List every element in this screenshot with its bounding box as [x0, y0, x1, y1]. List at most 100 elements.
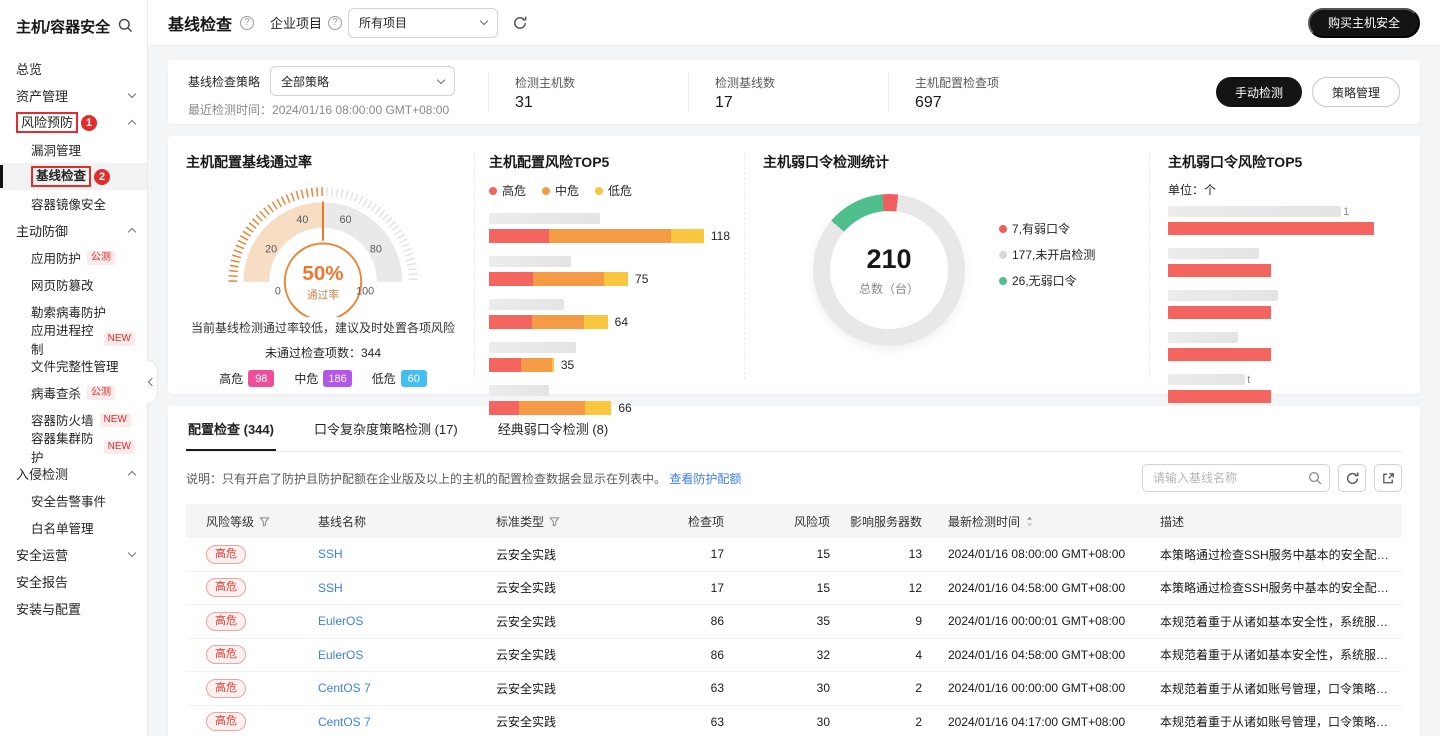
buy-host-security-button[interactable]: 购买主机安全: [1307, 7, 1420, 38]
baseline-description: 本策略通过检查SSH服务中基本的安全配置项，提升SSH服务的安全性。: [1160, 547, 1402, 562]
table-row[interactable]: 高危 EulerOS 云安全实践 86 32 4 2024/01/16 04:5…: [186, 638, 1402, 672]
standard-type: 云安全实践: [496, 614, 557, 629]
sidebar-item-security-report[interactable]: 安全报告: [0, 568, 147, 595]
search-input[interactable]: [1142, 464, 1330, 492]
table-export-button[interactable]: [1374, 464, 1402, 492]
filter-icon[interactable]: [549, 516, 560, 527]
baseline-name-link[interactable]: CentOS 7: [318, 681, 371, 695]
tab-password-complexity[interactable]: 口令复杂度策略检测 (17): [312, 406, 460, 451]
standard-type: 云安全实践: [496, 581, 557, 596]
table-row[interactable]: 高危 SSH 云安全实践 17 15 13 2024/01/16 08:00:0…: [186, 538, 1402, 572]
baseline-name-link[interactable]: EulerOS: [318, 614, 363, 628]
sidebar-item-virus-scan[interactable]: 病毒查杀 公测: [0, 379, 147, 406]
refresh-icon[interactable]: [512, 15, 528, 31]
new-tag: NEW: [99, 412, 131, 427]
baseline-description: 本策略通过检查SSH服务中基本的安全配置项，提升SSH服务的安全性。: [1160, 581, 1402, 596]
policy-select-value: 全部策略: [281, 74, 330, 89]
table-header-row: 风险等级 基线名称 标准类型 检查项 风险项 影响服务器数 最新检测时间 描述: [186, 504, 1402, 538]
blurred-host-label: [1168, 332, 1239, 344]
annotation-box: 基线检查: [31, 166, 92, 187]
affected-servers-count: 12: [908, 580, 922, 595]
beta-tag: 公测: [87, 250, 116, 265]
sidebar-item-container-image-security[interactable]: 容器镜像安全: [0, 190, 147, 217]
sidebar-item-vulnerability-management[interactable]: 漏洞管理: [0, 136, 147, 163]
baseline-table: 风险等级 基线名称 标准类型 检查项 风险项 影响服务器数 最新检测时间 描述 …: [186, 504, 1402, 736]
baseline-name-link[interactable]: SSH: [318, 547, 343, 561]
baseline-description: 本规范着重于从诸如基本安全性，系统服务安全性，文件和目录安全性...: [1160, 614, 1402, 629]
table-row[interactable]: 高危 EulerOS 云安全实践 86 35 9 2024/01/16 00:0…: [186, 605, 1402, 639]
selected-indicator: [0, 165, 3, 188]
sidebar-item-asset-management[interactable]: 资产管理: [0, 82, 147, 109]
sidebar-item-overview[interactable]: 总览: [0, 55, 147, 82]
chevron-down-icon: [127, 89, 137, 99]
sidebar-collapse-handle[interactable]: [147, 360, 158, 404]
sidebar-item-security-operations[interactable]: 安全运营: [0, 541, 147, 568]
chevron-up-icon: [127, 119, 137, 129]
blurred-host-label: [1168, 290, 1278, 302]
svg-text:40: 40: [296, 214, 308, 226]
enterprise-project-label: 企业项目: [270, 16, 323, 31]
blurred-category-label: [489, 342, 576, 354]
policy-manage-button[interactable]: 策略管理: [1311, 77, 1400, 107]
chevron-up-icon: [127, 227, 137, 237]
sidebar-item-intrusion-detection[interactable]: 入侵检测: [0, 460, 147, 487]
metric-host-count: 检测主机数 31: [488, 72, 688, 112]
risk-items-count: 30: [816, 681, 830, 696]
sidebar-item-file-integrity-management[interactable]: 文件完整性管理: [0, 352, 147, 379]
donut-total-label: 总数（台）: [858, 281, 919, 296]
manual-check-button[interactable]: 手动检测: [1215, 77, 1302, 107]
affected-servers-count: 2: [915, 714, 922, 729]
svg-text:100: 100: [356, 285, 374, 297]
filter-icon[interactable]: [259, 516, 270, 527]
metric-baseline-count: 检测基线数 17: [688, 72, 888, 112]
sidebar-item-proactive-defense[interactable]: 主动防御: [0, 217, 147, 244]
baseline-name-link[interactable]: EulerOS: [318, 648, 363, 662]
check-items-count: 63: [710, 714, 724, 729]
baseline-table-card: 配置检查 (344) 口令复杂度策略检测 (17) 经典弱口令检测 (8) 说明…: [168, 406, 1420, 736]
blurred-category-label: [489, 299, 564, 311]
risk-items-count: 30: [816, 714, 830, 729]
pass-rate-panel: 主机配置基线通过率 50% 通过率 0 20 40 60 80 100 当前基线…: [186, 152, 474, 387]
sort-icon[interactable]: [1025, 515, 1034, 528]
sidebar-item-container-cluster-protection[interactable]: 容器集群防护 NEW: [0, 432, 147, 465]
export-icon: [1382, 472, 1394, 483]
view-protection-quota-link[interactable]: 查看防护配额: [669, 472, 741, 486]
config-risk-legend: 高危 中危 低危: [489, 182, 730, 199]
sidebar-item-risk-prevention[interactable]: 风险预防 1: [0, 109, 147, 136]
last-check-time: 2024/01/16 00:00:00 GMT+08:00: [948, 681, 1126, 696]
svg-text:60: 60: [340, 214, 352, 226]
table-row[interactable]: 高危 SSH 云安全实践 17 15 12 2024/01/16 04:58:0…: [186, 571, 1402, 605]
no-weak-password-dot: [999, 276, 1007, 285]
stats-card: 基线检查策略 全部策略 最近检测时间：2024/01/16 08:00:00 G…: [168, 60, 1420, 124]
project-select[interactable]: 所有项目: [348, 7, 499, 38]
step-1-badge: 1: [81, 114, 98, 131]
sidebar-item-whitelist-management[interactable]: 白名单管理: [0, 514, 147, 541]
sidebar-item-application-process-control[interactable]: 应用进程控制 NEW: [0, 324, 147, 357]
content-area: 基线检查策略 全部策略 最近检测时间：2024/01/16 08:00:00 G…: [148, 46, 1440, 736]
svg-text:0: 0: [275, 285, 281, 297]
search-icon[interactable]: [118, 18, 133, 36]
sidebar-item-baseline-check[interactable]: 基线检查 2: [0, 163, 147, 190]
bar-value: 66: [618, 401, 632, 415]
table-row[interactable]: 高危 CentOS 7 云安全实践 63 30 2 2024/01/16 00:…: [186, 672, 1402, 706]
risk-items-count: 15: [816, 547, 830, 562]
weak-password-bar: [1168, 222, 1374, 235]
policy-select[interactable]: 全部策略: [270, 66, 456, 96]
help-icon[interactable]: ?: [240, 15, 255, 30]
sidebar-item-installation-configuration[interactable]: 安装与配置: [0, 595, 147, 622]
tab-config-check[interactable]: 配置检查 (344): [186, 406, 276, 451]
table-refresh-button[interactable]: [1338, 464, 1366, 492]
weak-password-stats-panel: 主机弱口令检测统计 210 总数（台） 7,有弱口令 177,未开启检测 26,…: [744, 152, 1149, 380]
sidebar-item-security-alarm-events[interactable]: 安全告警事件: [0, 487, 147, 514]
chevron-up-icon: [127, 470, 137, 480]
baseline-name-link[interactable]: SSH: [318, 581, 343, 595]
sidebar-item-web-tamper-protection[interactable]: 网页防篡改: [0, 271, 147, 298]
sidebar-item-application-protection[interactable]: 应用防护 公测: [0, 244, 147, 271]
tab-classic-weak-password[interactable]: 经典弱口令检测 (8): [496, 406, 611, 451]
help-icon[interactable]: ?: [328, 15, 343, 30]
affected-servers-count: 2: [915, 681, 922, 696]
policy-select-label: 基线检查策略: [188, 74, 261, 89]
baseline-name-link[interactable]: CentOS 7: [318, 715, 371, 729]
table-row[interactable]: 高危 CentOS 7 云安全实践 63 30 2 2024/01/16 04:…: [186, 705, 1402, 736]
detection-off-dot: [999, 250, 1007, 259]
